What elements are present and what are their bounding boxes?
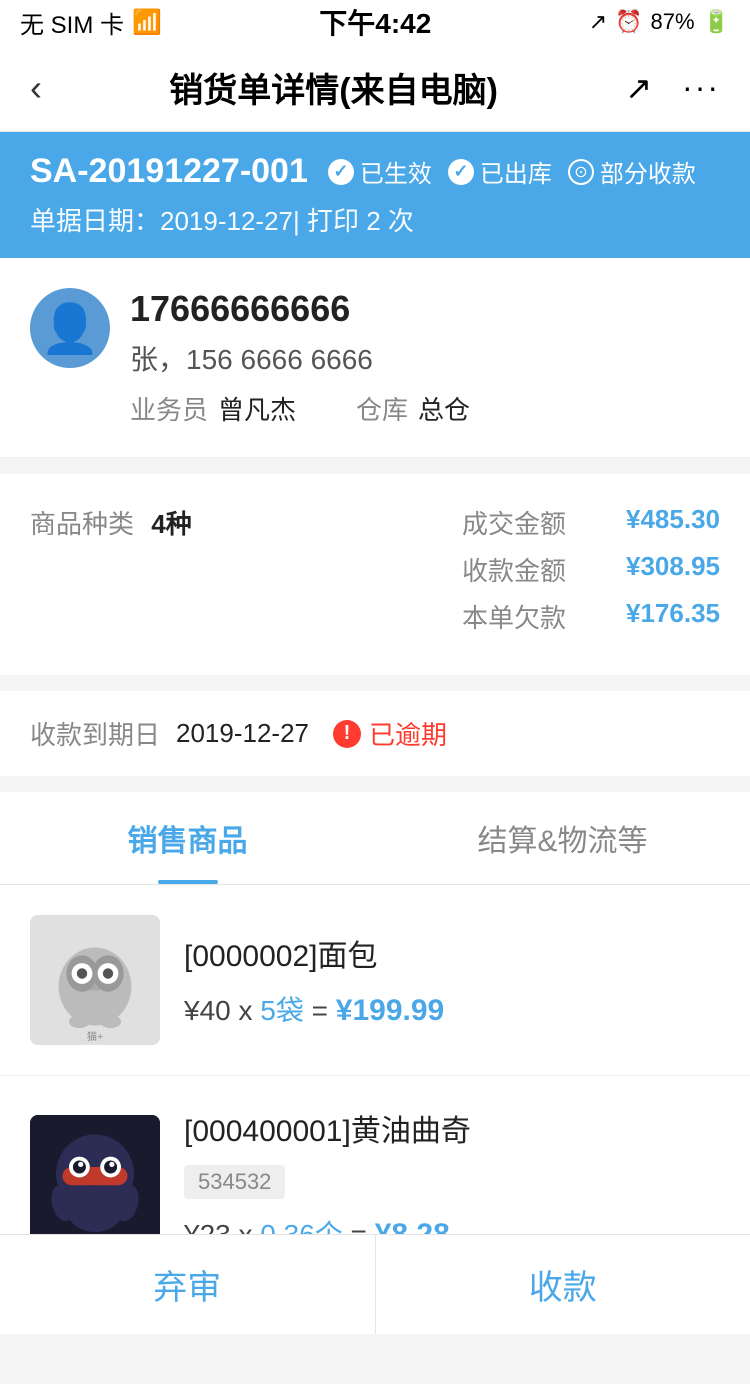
sales-label: 业务员 (130, 390, 208, 427)
bottom-bar: 弃审 收款 (0, 1234, 750, 1334)
customer-name-phone: 张，156 6666 6666 (130, 338, 720, 378)
banner-top-row: SA-20191227-001 ✓ 已生效 ✓ 已出库 ⊙ 部分收款 (30, 152, 720, 191)
order-badges: ✓ 已生效 ✓ 已出库 ⊙ 部分收款 (328, 154, 696, 189)
debt-label: 本单欠款 (462, 598, 566, 635)
overdue-badge: ! 已逾期 (333, 715, 447, 752)
order-header-banner: SA-20191227-001 ✓ 已生效 ✓ 已出库 ⊙ 部分收款 单据日期：… (0, 132, 750, 258)
product-thumbnail-1: 猫+ (30, 915, 160, 1045)
back-button[interactable]: ‹ (30, 67, 42, 109)
battery-text: 87% (651, 9, 695, 35)
product-image-2: diamond whale (30, 1115, 160, 1245)
location-icon: ↗ (589, 9, 607, 35)
product-sku-2: 534532 (184, 1165, 285, 1199)
stats-right: 成交金额 ¥485.30 收款金额 ¥308.95 本单欠款 ¥176.35 (462, 504, 720, 645)
status-bar-left: 无 SIM 卡 📶 (20, 5, 162, 40)
clock-icon: ⊙ (568, 159, 594, 185)
amount-label: 成交金额 (462, 504, 566, 541)
due-date-section: 收款到期日 2019-12-27 ! 已逾期 (0, 691, 750, 776)
nav-bar: ‹ 销货单详情(来自电脑) ↗ ··· (0, 44, 750, 132)
product-price-1: ¥40 x 5袋 = ¥199.99 (184, 989, 720, 1029)
sales-name: 曾凡杰 (218, 390, 296, 427)
customer-info: 17666666666 张，156 6666 6666 业务员 曾凡杰 仓库 总… (130, 288, 720, 427)
battery-icon: 🔋 (703, 9, 730, 35)
product-info-1: [0000002]面包 ¥40 x 5袋 = ¥199.99 (184, 931, 720, 1029)
customer-id: 17666666666 (130, 288, 720, 330)
received-value: ¥308.95 (626, 551, 720, 588)
warehouse-label: 仓库 (356, 390, 408, 427)
amount-row: 成交金额 ¥485.30 (462, 504, 720, 541)
svg-text:猫+: 猫+ (87, 1030, 103, 1043)
customer-avatar: 👤 (30, 288, 110, 368)
stats-section: 商品种类 4种 成交金额 ¥485.30 收款金额 ¥308.95 本单欠款 ¥… (0, 474, 750, 675)
product-type-label: 商品种类 (30, 509, 134, 539)
abandon-review-button[interactable]: 弃审 (0, 1235, 376, 1334)
customer-meta: 业务员 曾凡杰 仓库 总仓 (130, 390, 720, 427)
collect-payment-button[interactable]: 收款 (376, 1235, 750, 1334)
warehouse-name: 总仓 (418, 390, 470, 427)
product-list: 猫+ [0000002]面包 ¥40 x 5袋 = ¥199.99 (0, 885, 750, 1284)
received-row: 收款金额 ¥308.95 (462, 551, 720, 588)
product-thumbnail-2: diamond whale (30, 1115, 160, 1245)
product-item: 猫+ [0000002]面包 ¥40 x 5袋 = ¥199.99 (0, 885, 750, 1076)
received-label: 收款金额 (462, 551, 566, 588)
tabs-section: 销售商品 结算&物流等 (0, 792, 750, 885)
status-bar-right: ↗ ⏰ 87% 🔋 (589, 9, 730, 35)
debt-value: ¥176.35 (626, 598, 720, 635)
stats-left: 商品种类 4种 (30, 504, 192, 545)
product-name-1: [0000002]面包 (184, 931, 720, 975)
badge-shipped: ✓ 已出库 (448, 154, 552, 189)
check-icon: ✓ (328, 159, 354, 185)
due-date-value: 2019-12-27 (176, 718, 309, 749)
product-name-2: [000400001]黄油曲奇 (184, 1106, 720, 1150)
product-image-1: 猫+ (30, 915, 160, 1045)
product-info-2: [000400001]黄油曲奇 534532 ¥23 x 0.36个 = ¥8.… (184, 1106, 720, 1253)
person-icon: 👤 (40, 300, 100, 357)
badge-effective: ✓ 已生效 (328, 154, 432, 189)
tab-settlement-logistics[interactable]: 结算&物流等 (375, 792, 750, 884)
status-bar-time: 下午4:42 (319, 2, 431, 42)
wifi-icon: 📶 (132, 8, 162, 37)
carrier-text: 无 SIM 卡 (20, 5, 124, 40)
more-icon[interactable]: ··· (682, 69, 720, 106)
order-id: SA-20191227-001 (30, 152, 308, 191)
warehouse-info: 仓库 总仓 (356, 390, 470, 427)
badge-partial-payment: ⊙ 部分收款 (568, 154, 696, 189)
product-type-count: 4种 (151, 509, 191, 539)
page-title: 销货单详情(来自电脑) (169, 63, 498, 112)
order-date-info: 单据日期：2019-12-27| 打印 2 次 (30, 201, 720, 238)
tab-sales-products[interactable]: 销售商品 (0, 792, 375, 884)
check-icon-2: ✓ (448, 159, 474, 185)
sales-info: 业务员 曾凡杰 (130, 390, 296, 427)
debt-row: 本单欠款 ¥176.35 (462, 598, 720, 635)
status-bar: 无 SIM 卡 📶 下午4:42 ↗ ⏰ 87% 🔋 (0, 0, 750, 44)
overdue-icon: ! (333, 720, 361, 748)
nav-right-actions: ↗ ··· (625, 69, 720, 107)
overdue-text: 已逾期 (369, 715, 447, 752)
due-date-label: 收款到期日 (30, 715, 160, 752)
alarm-icon: ⏰ (615, 9, 642, 35)
customer-section: 👤 17666666666 张，156 6666 6666 业务员 曾凡杰 仓库… (0, 258, 750, 458)
amount-value: ¥485.30 (626, 504, 720, 541)
share-icon[interactable]: ↗ (625, 69, 652, 107)
product-type-stat: 商品种类 4种 (30, 504, 192, 541)
